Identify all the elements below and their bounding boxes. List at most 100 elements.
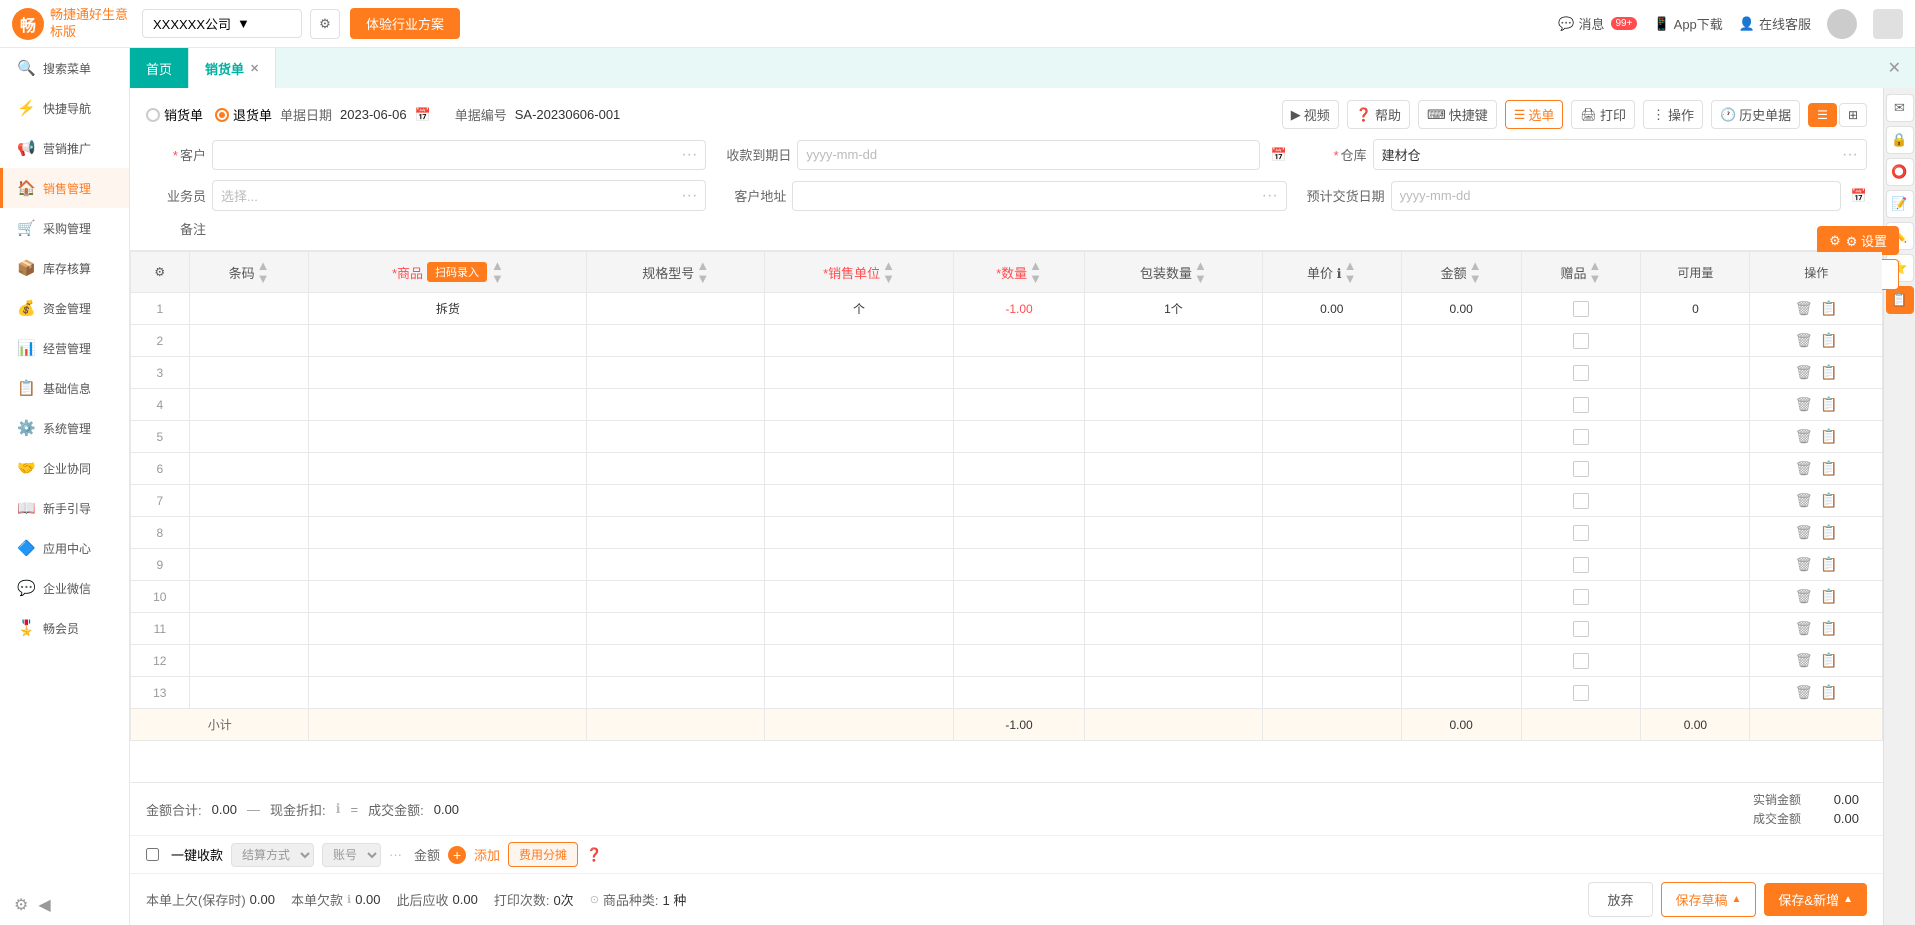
help-button[interactable]: ❓ 帮助	[1347, 100, 1410, 129]
cell-unit-price[interactable]	[1262, 421, 1401, 453]
copy-row-icon[interactable]: 📋	[1820, 332, 1837, 348]
delete-row-icon[interactable]: 🗑	[1795, 684, 1813, 700]
payment-date-input[interactable]: yyyy-mm-dd	[797, 140, 1260, 170]
cell-pack-qty[interactable]	[1085, 549, 1263, 581]
cell-pack-qty[interactable]	[1085, 453, 1263, 485]
cell-amount[interactable]	[1401, 549, 1521, 581]
radio-return-order[interactable]: 退货单	[215, 105, 272, 124]
cell-barcode[interactable]	[189, 325, 309, 357]
copy-row-icon[interactable]: 📋	[1820, 524, 1837, 540]
cell-amount[interactable]	[1401, 357, 1521, 389]
radio-sales-order[interactable]: 销货单	[146, 105, 203, 124]
cell-spec[interactable]	[587, 357, 765, 389]
cell-amount[interactable]	[1401, 485, 1521, 517]
cell-barcode[interactable]	[189, 421, 309, 453]
delete-row-icon[interactable]: 🗑	[1795, 652, 1813, 668]
user-settings-icon[interactable]	[1873, 9, 1903, 39]
cell-spec[interactable]	[587, 549, 765, 581]
cell-gift[interactable]	[1521, 677, 1641, 709]
payment-method-select[interactable]: 结算方式	[231, 843, 314, 867]
cell-product[interactable]	[309, 517, 587, 549]
cell-unit-price[interactable]	[1262, 325, 1401, 357]
video-button[interactable]: ▶ 视频	[1282, 100, 1339, 129]
cell-amount[interactable]	[1401, 389, 1521, 421]
cell-spec[interactable]	[587, 421, 765, 453]
sidebar-item-quick-nav[interactable]: ⚡ 快捷导航	[0, 88, 129, 128]
cell-gift[interactable]	[1521, 325, 1641, 357]
cell-qty[interactable]	[954, 517, 1085, 549]
page-close-button[interactable]: ✕	[1874, 48, 1915, 88]
cell-pack-qty[interactable]	[1085, 325, 1263, 357]
copy-row-icon[interactable]: 📋	[1820, 428, 1837, 444]
company-selector[interactable]: XXXXXX公司 ▼	[142, 9, 302, 38]
cell-spec[interactable]	[587, 645, 765, 677]
print-button[interactable]: 🖨 打印	[1571, 100, 1635, 129]
app-download-button[interactable]: 📱 App下载	[1653, 14, 1722, 33]
cell-gift[interactable]	[1521, 485, 1641, 517]
cell-gift[interactable]	[1521, 549, 1641, 581]
sidebar-collapse-icon[interactable]: ◀	[38, 895, 50, 915]
cell-unit[interactable]	[765, 325, 954, 357]
payment-account-select[interactable]: 账号	[322, 843, 381, 867]
sidebar-item-wechat[interactable]: 💬 企业微信	[0, 568, 129, 608]
one-click-checkbox[interactable]	[146, 848, 159, 861]
delete-row-icon[interactable]: 🗑	[1795, 332, 1813, 348]
copy-row-icon[interactable]: 📋	[1820, 300, 1837, 316]
expense-split-button[interactable]: 费用分摊	[508, 842, 578, 867]
cell-unit-price[interactable]	[1262, 517, 1401, 549]
gear-button[interactable]: ⚙	[310, 9, 340, 39]
cell-unit-price[interactable]	[1262, 549, 1401, 581]
user-avatar[interactable]	[1827, 9, 1857, 39]
cell-barcode[interactable]	[189, 581, 309, 613]
copy-row-icon[interactable]: 📋	[1820, 556, 1837, 572]
cell-product[interactable]	[309, 581, 587, 613]
delete-row-icon[interactable]: 🗑	[1795, 460, 1813, 476]
cell-product[interactable]: 拆货	[309, 293, 587, 325]
delete-row-icon[interactable]: 🗑	[1795, 300, 1813, 316]
cell-barcode[interactable]	[189, 357, 309, 389]
cell-gift[interactable]	[1521, 389, 1641, 421]
cell-unit-price[interactable]	[1262, 453, 1401, 485]
delete-row-icon[interactable]: 🗑	[1795, 620, 1813, 636]
cell-spec[interactable]	[587, 389, 765, 421]
cell-qty[interactable]: -1.00	[954, 293, 1085, 325]
cell-qty[interactable]	[954, 453, 1085, 485]
customer-address-input[interactable]: ···	[792, 181, 1286, 211]
select-order-button[interactable]: ☰ 选单	[1505, 100, 1564, 129]
cell-spec[interactable]	[587, 581, 765, 613]
save-draft-button[interactable]: 保存草稿 ▲	[1661, 882, 1757, 917]
cell-qty[interactable]	[954, 357, 1085, 389]
cell-product[interactable]	[309, 549, 587, 581]
cell-unit[interactable]	[765, 389, 954, 421]
cell-unit[interactable]	[765, 485, 954, 517]
date-calendar-icon[interactable]: 📅	[415, 107, 431, 123]
delete-row-icon[interactable]: 🗑	[1795, 588, 1813, 604]
cell-gift[interactable]	[1521, 453, 1641, 485]
cell-barcode[interactable]	[189, 549, 309, 581]
copy-row-icon[interactable]: 📋	[1820, 684, 1837, 700]
cell-amount[interactable]	[1401, 325, 1521, 357]
sidebar-item-collab[interactable]: 🤝 企业协同	[0, 448, 129, 488]
cell-pack-qty[interactable]	[1085, 389, 1263, 421]
cell-unit-price[interactable]	[1262, 357, 1401, 389]
cell-barcode[interactable]	[189, 485, 309, 517]
cell-unit[interactable]	[765, 549, 954, 581]
copy-row-icon[interactable]: 📋	[1820, 492, 1837, 508]
sidebar-item-sales[interactable]: 🏠 销售管理	[0, 168, 129, 208]
sidebar-settings-icon[interactable]: ⚙	[14, 895, 28, 915]
cell-unit-price[interactable]	[1262, 613, 1401, 645]
cell-amount[interactable]	[1401, 517, 1521, 549]
cell-unit-price[interactable]	[1262, 645, 1401, 677]
cell-spec[interactable]	[587, 325, 765, 357]
delete-row-icon[interactable]: 🗑	[1795, 492, 1813, 508]
cell-gift[interactable]	[1521, 357, 1641, 389]
cell-qty[interactable]	[954, 325, 1085, 357]
cell-pack-qty[interactable]	[1085, 357, 1263, 389]
cell-amount[interactable]	[1401, 645, 1521, 677]
grid-view-button[interactable]: ⊞	[1839, 103, 1867, 127]
operation-button[interactable]: ⋮ 操作	[1643, 100, 1703, 129]
cell-gift[interactable]	[1521, 613, 1641, 645]
online-service-button[interactable]: 👤 在线客服	[1739, 14, 1811, 33]
cell-qty[interactable]	[954, 581, 1085, 613]
cell-barcode[interactable]	[189, 293, 309, 325]
